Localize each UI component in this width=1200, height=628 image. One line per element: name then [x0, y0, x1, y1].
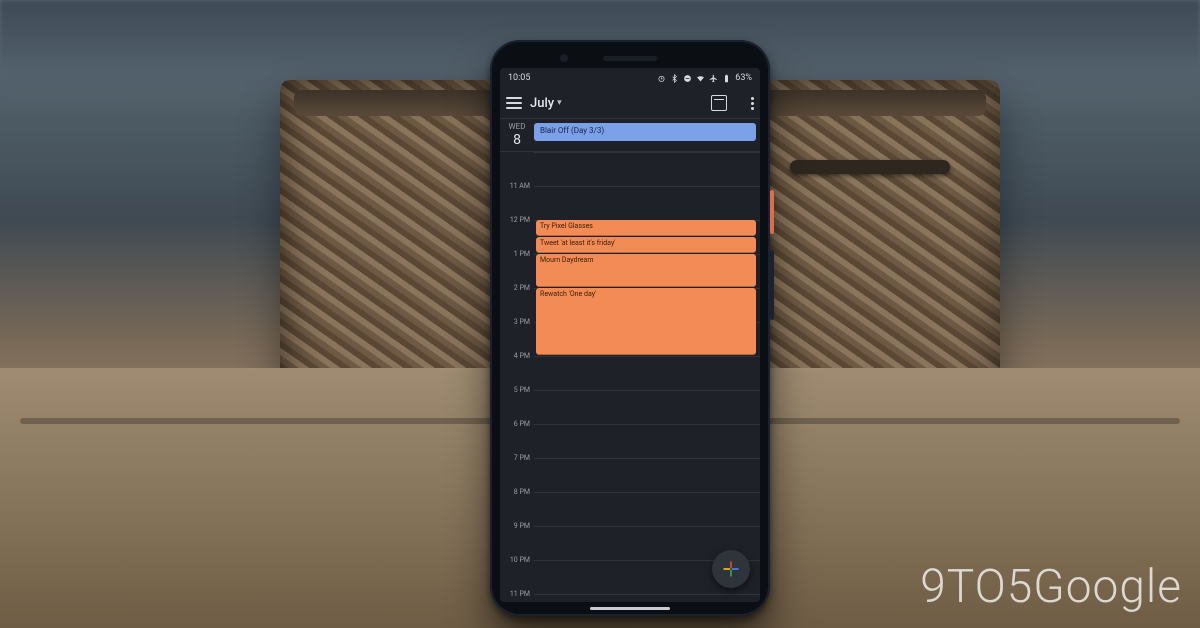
hour-label: 9 PM: [500, 522, 530, 530]
gesture-bar: [590, 607, 670, 610]
hour-label: 8 PM: [500, 488, 530, 496]
hour-label: 6 PM: [500, 420, 530, 428]
hour-line: [534, 492, 760, 493]
status-icons: 63%: [657, 73, 752, 83]
month-picker[interactable]: July ▾: [530, 96, 562, 111]
date-column[interactable]: WED 8: [500, 119, 534, 151]
date-number: 8: [513, 132, 521, 148]
power-button: [770, 190, 774, 234]
bluetooth-icon: [670, 74, 679, 83]
plus-icon: [721, 559, 741, 579]
hour-line: [534, 152, 760, 153]
calendar-event[interactable]: Rewatch 'One day': [536, 288, 756, 355]
hour-label: 11 PM: [500, 590, 530, 598]
wifi-icon: [696, 74, 705, 83]
overflow-menu-icon[interactable]: [751, 97, 754, 110]
status-clock: 10:05: [508, 73, 530, 83]
all-day-cell: Blair Off (Day 3/3): [534, 119, 760, 151]
calendar-event[interactable]: Tweet 'at least it's friday': [536, 237, 756, 253]
hour-label: 5 PM: [500, 386, 530, 394]
hour-label: 4 PM: [500, 352, 530, 360]
month-label: July: [530, 96, 554, 111]
time-grid[interactable]: 11 AM 12 PM 1 PM 2 PM 3 PM 4 PM 5 PM 6 PM 7 PM 8 …: [500, 152, 760, 602]
hour-label: 10 PM: [500, 556, 530, 564]
calendar-event[interactable]: Mourn Daydream: [536, 254, 756, 287]
battery-percent: 63%: [735, 73, 752, 83]
airplane-icon: [709, 74, 718, 83]
hour-line: [534, 594, 760, 595]
hour-line: [534, 356, 760, 357]
pixel-phone-frame: 10:05 63%: [490, 40, 770, 616]
hour-label: 1 PM: [500, 250, 530, 258]
front-camera: [560, 54, 568, 62]
earpiece-speaker: [603, 56, 657, 61]
hour-label: 12 PM: [500, 216, 530, 224]
create-event-fab[interactable]: [712, 550, 750, 588]
phone-screen: 10:05 63%: [500, 68, 760, 602]
hour-line: [534, 424, 760, 425]
all-day-event[interactable]: Blair Off (Day 3/3): [534, 123, 756, 141]
calendar-event[interactable]: Try Pixel Glasses: [536, 220, 756, 236]
hour-label: 3 PM: [500, 318, 530, 326]
android-status-bar: 10:05 63%: [500, 68, 760, 88]
volume-button: [770, 250, 774, 320]
hour-gutter: 11 AM 12 PM 1 PM 2 PM 3 PM 4 PM 5 PM 6 PM 7 PM 8 …: [500, 152, 534, 602]
basket-handle: [790, 160, 950, 174]
hour-label: 7 PM: [500, 454, 530, 462]
hour-line: [534, 526, 760, 527]
weekday-label: WED: [509, 122, 526, 131]
watermark-text: 9TO5Google: [920, 560, 1182, 614]
hour-line: [534, 458, 760, 459]
day-header: WED 8 Blair Off (Day 3/3): [500, 118, 760, 152]
dnd-icon: [683, 74, 692, 83]
today-icon[interactable]: [711, 95, 727, 111]
hour-label: 2 PM: [500, 284, 530, 292]
menu-icon[interactable]: [506, 97, 522, 109]
hour-label: 11 AM: [500, 182, 530, 190]
event-column[interactable]: Try Pixel GlassesTweet 'at least it's fr…: [534, 152, 760, 602]
battery-icon: [722, 74, 731, 83]
chevron-down-icon: ▾: [557, 98, 562, 108]
hour-line: [534, 186, 760, 187]
calendar-app-bar: July ▾: [500, 88, 760, 118]
alarm-icon: [657, 74, 666, 83]
hour-line: [534, 390, 760, 391]
